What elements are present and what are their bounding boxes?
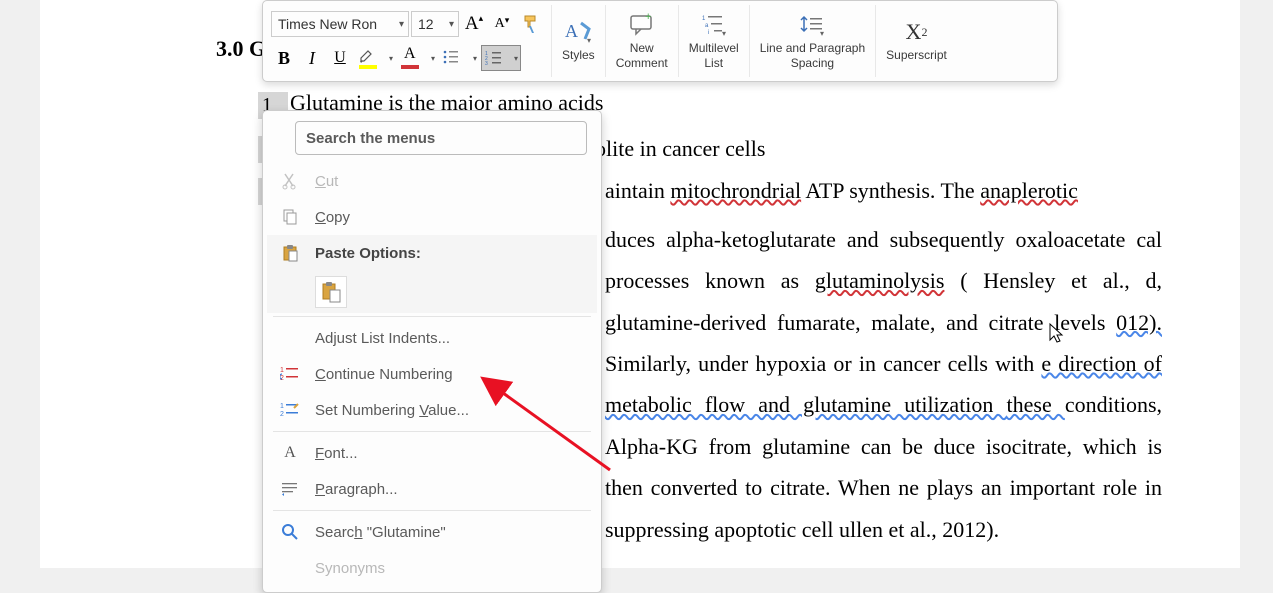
italic-button[interactable]: I [299,45,325,71]
styles-button[interactable]: A▾ Styles [551,5,605,77]
svg-text:3: 3 [485,61,488,66]
doc-line: aintain mitochrondrial ATP synthesis. Th… [605,178,1078,204]
svg-text:▾: ▾ [722,29,726,37]
menu-font[interactable]: A Font... [267,435,597,471]
bold-button[interactable]: B [271,45,297,71]
shrink-font-button[interactable]: A▾ [489,11,515,37]
comment-icon: + [628,12,656,38]
doc-body: duces alpha-ketoglutarate and subsequent… [605,219,1162,550]
cut-icon [275,172,305,190]
chevron-down-icon: ▾ [431,54,435,63]
chevron-down-icon: ▾ [514,54,518,63]
copy-icon [275,208,305,226]
bullets-button[interactable]: ▾ [439,45,479,71]
page-canvas: 3.0 G 1 2 3 Glutamine is the major amino… [40,0,1240,568]
new-comment-button[interactable]: + NewComment [605,5,678,77]
chevron-down-icon: ▾ [473,54,477,63]
svg-text:A: A [565,21,578,41]
chevron-down-icon: ▾ [399,19,404,30]
svg-text:1: 1 [280,403,284,410]
menu-paste-options: Paste Options: [267,235,597,271]
menu-synonyms[interactable]: Synonyms [267,550,597,586]
search-icon [275,523,305,541]
svg-text:▾: ▾ [820,29,824,37]
numbering-button[interactable]: 1 2 3 ▾ [481,45,521,71]
svg-text:a: a [705,23,709,29]
multilevel-list-icon: 1 a i ▾ [700,12,728,38]
menu-continue-numbering[interactable]: 12 Continue Numbering [267,356,597,392]
svg-text:1: 1 [702,16,706,22]
paste-options-row [267,271,597,313]
font-name-combo[interactable]: Times New Ron ▾ [271,11,409,37]
multilevel-list-button[interactable]: 1 a i ▾ MultilevelList [678,5,749,77]
svg-text:2: 2 [280,411,284,418]
font-icon: A [275,444,305,462]
paste-keep-formatting-button[interactable] [315,276,347,308]
line-spacing-icon: ▾ [798,12,826,38]
chevron-down-icon: ▾ [449,19,454,30]
paste-icon [275,244,305,262]
svg-text:+: + [645,13,651,23]
line-spacing-button[interactable]: ▾ Line and ParagraphSpacing [749,5,875,77]
styles-icon: A▾ [563,19,593,45]
chevron-down-icon: ▾ [389,54,393,63]
menu-cut[interactable]: Cut [267,163,597,199]
paragraph-icon [275,481,305,497]
font-size-combo[interactable]: 12 ▾ [411,11,459,37]
menu-paragraph[interactable]: Paragraph... [267,471,597,507]
superscript-icon: X2 [906,19,928,45]
underline-button[interactable]: U [327,45,353,71]
menu-adjust-list-indents[interactable]: Adjust List Indents... [267,320,597,356]
context-menu: Search the menus Cut Copy Paste Options: [262,110,602,593]
menu-set-numbering-value[interactable]: 12 Set Numbering Value... [267,392,597,428]
continue-numbering-icon: 12 [275,365,305,383]
format-painter-button[interactable] [517,11,547,37]
highlight-color-button[interactable]: ▾ [355,45,395,71]
mini-toolbar: Times New Ron ▾ 12 ▾ A▴ A▾ B [262,0,1058,82]
menu-smart-lookup[interactable]: Search "Glutamine" [267,514,597,550]
menu-copy[interactable]: Copy [267,199,597,235]
font-color-button[interactable]: A ▾ [397,45,437,71]
svg-text:i: i [708,30,709,36]
svg-text:1: 1 [280,367,284,374]
superscript-button[interactable]: X2 Superscript [875,5,957,77]
grow-font-button[interactable]: A▴ [461,11,487,37]
heading-text: 3.0 G [216,36,266,62]
set-numbering-icon: 12 [275,401,305,419]
doc-line: olite in cancer cells [595,136,765,162]
svg-text:▾: ▾ [587,36,591,45]
menu-search-input[interactable]: Search the menus [295,121,587,155]
